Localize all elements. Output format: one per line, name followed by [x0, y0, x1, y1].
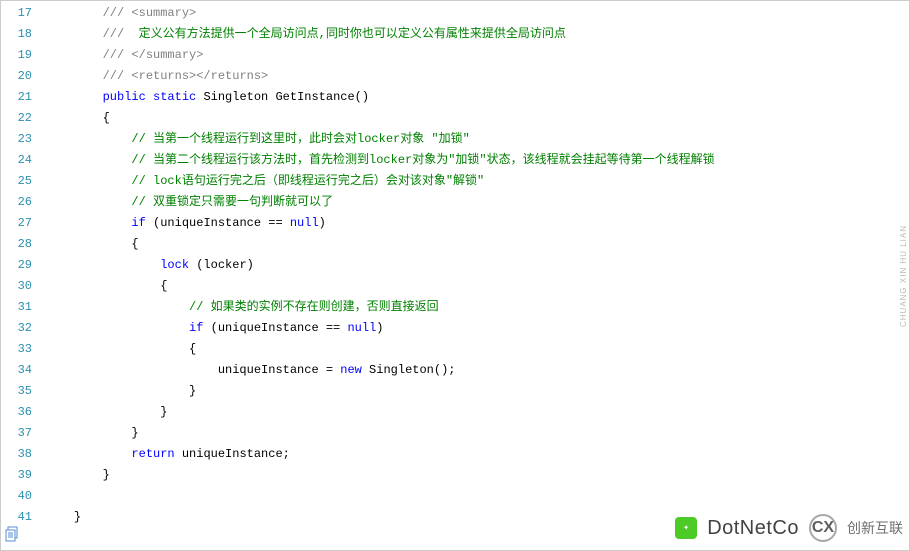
- code-area[interactable]: /// <summary> /// 定义公有方法提供一个全局访问点,同时你也可以…: [39, 1, 909, 550]
- line-number: 29: [1, 255, 38, 276]
- line-number: 39: [1, 465, 38, 486]
- line-number: 22: [1, 108, 38, 129]
- code-line: {: [45, 339, 909, 360]
- code-line: }: [45, 381, 909, 402]
- code-line: }: [45, 465, 909, 486]
- line-number: 20: [1, 66, 38, 87]
- line-number: 18: [1, 24, 38, 45]
- wechat-icon: ✦: [675, 517, 697, 539]
- line-number: 17: [1, 3, 38, 24]
- code-line: /// </summary>: [45, 45, 909, 66]
- code-line: /// <summary>: [45, 3, 909, 24]
- line-number: 21: [1, 87, 38, 108]
- code-line: // 当第二个线程运行该方法时，首先检测到locker对象为"加锁"状态，该线程…: [45, 150, 909, 171]
- watermark-source-text: DotNetCo: [707, 517, 799, 540]
- line-number: 33: [1, 339, 38, 360]
- code-line: public static Singleton GetInstance(): [45, 87, 909, 108]
- code-line: }: [45, 402, 909, 423]
- line-number-gutter: 1718192021222324252627282930313233343536…: [1, 1, 39, 550]
- line-number: 35: [1, 381, 38, 402]
- code-line: // lock语句运行完之后（即线程运行完之后）会对该对象"解锁": [45, 171, 909, 192]
- line-number: 41: [1, 507, 38, 528]
- code-line: // 如果类的实例不存在则创建，否则直接返回: [45, 297, 909, 318]
- line-number: 32: [1, 318, 38, 339]
- line-number: 24: [1, 150, 38, 171]
- editor-toolbar: [5, 526, 21, 546]
- code-line: if (uniqueInstance == null): [45, 318, 909, 339]
- copy-icon[interactable]: [5, 526, 21, 542]
- line-number: 19: [1, 45, 38, 66]
- line-number: 30: [1, 276, 38, 297]
- line-number: 36: [1, 402, 38, 423]
- line-number: 31: [1, 297, 38, 318]
- line-number: 40: [1, 486, 38, 507]
- line-number: 27: [1, 213, 38, 234]
- code-line: /// 定义公有方法提供一个全局访问点,同时你也可以定义公有属性来提供全局访问点: [45, 24, 909, 45]
- line-number: 28: [1, 234, 38, 255]
- line-number: 38: [1, 444, 38, 465]
- brand-text: 创新互联: [847, 518, 903, 538]
- line-number: 34: [1, 360, 38, 381]
- line-number: 25: [1, 171, 38, 192]
- code-line: uniqueInstance = new Singleton();: [45, 360, 909, 381]
- code-line: [45, 486, 909, 507]
- line-number: 26: [1, 192, 38, 213]
- code-line: // 当第一个线程运行到这里时，此时会对locker对象 "加锁": [45, 129, 909, 150]
- line-number: 37: [1, 423, 38, 444]
- code-line: return uniqueInstance;: [45, 444, 909, 465]
- code-line: lock (locker): [45, 255, 909, 276]
- code-line: if (uniqueInstance == null): [45, 213, 909, 234]
- code-line: }: [45, 423, 909, 444]
- watermark-overlay: ✦ DotNetCo CX 创新互联: [675, 514, 903, 542]
- line-number: 23: [1, 129, 38, 150]
- code-line: {: [45, 234, 909, 255]
- code-line: /// <returns></returns>: [45, 66, 909, 87]
- code-line: // 双重锁定只需要一句判断就可以了: [45, 192, 909, 213]
- code-line: {: [45, 276, 909, 297]
- code-editor: 1718192021222324252627282930313233343536…: [1, 1, 909, 550]
- side-watermark-text: CHUANG XIN HU LIAN: [899, 224, 908, 326]
- code-line: {: [45, 108, 909, 129]
- brand-logo-icon: CX: [809, 514, 837, 542]
